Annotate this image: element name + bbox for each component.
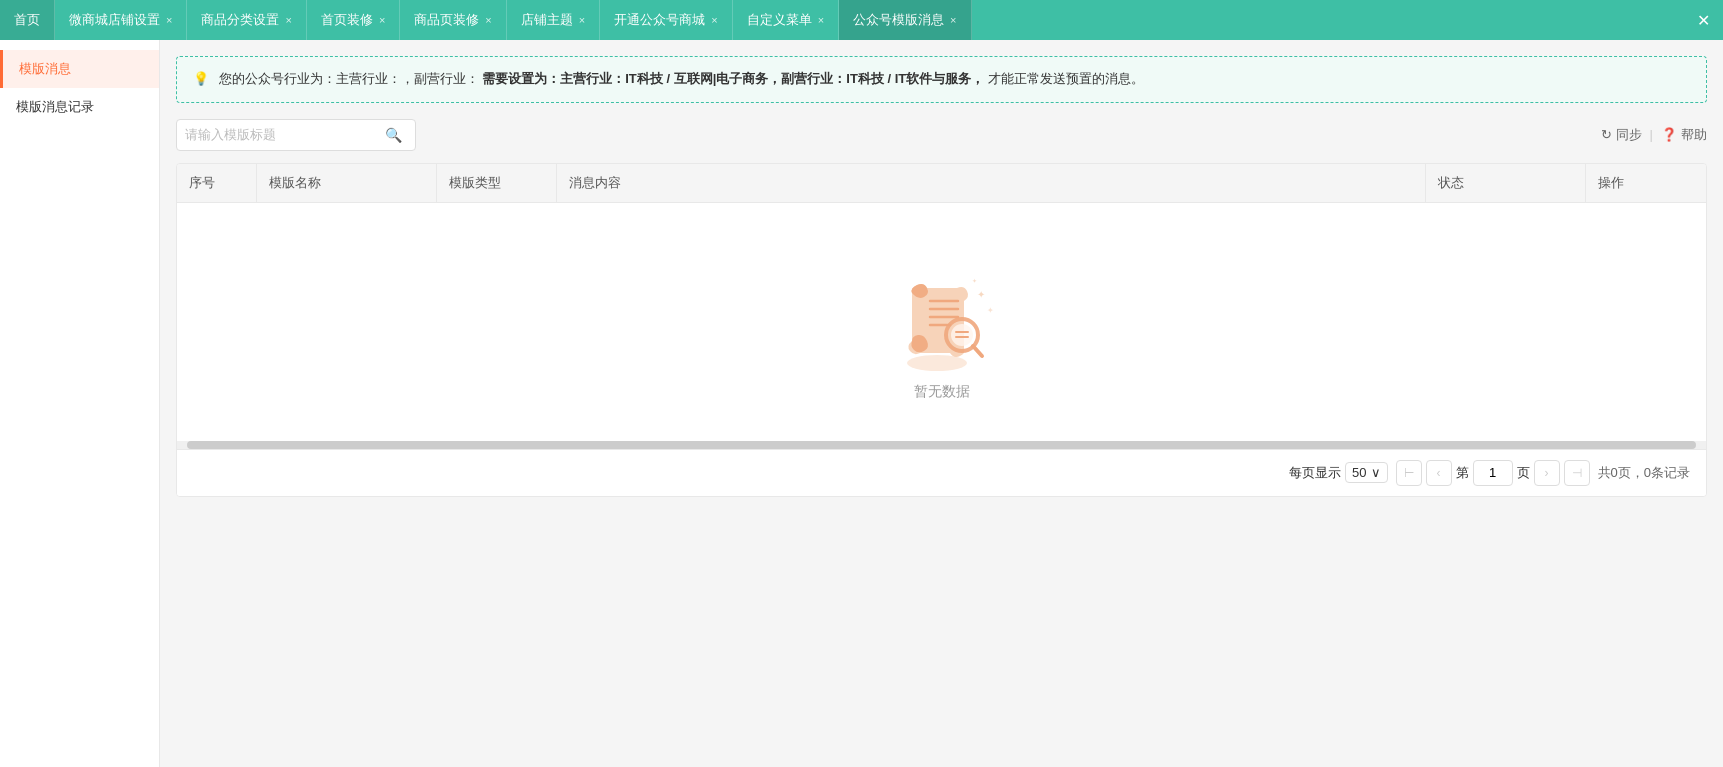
tab-home[interactable]: 首页: [0, 0, 55, 40]
nav-close-all-button[interactable]: ✕: [1683, 0, 1723, 40]
notice-bulb-icon: 💡: [193, 71, 209, 86]
scrollbar-thumb[interactable]: [187, 441, 1696, 449]
prev-page-button[interactable]: ‹: [1426, 460, 1452, 486]
page-prefix: 第: [1456, 464, 1469, 482]
page-navigation: ⊢ ‹ 第 页 › ⊣: [1396, 460, 1590, 486]
tab-home-decor[interactable]: 首页装修 ×: [307, 0, 400, 40]
toolbar-divider: |: [1650, 127, 1653, 142]
tab-template-msg[interactable]: 公众号模版消息 ×: [839, 0, 971, 40]
search-input[interactable]: [185, 127, 385, 142]
sync-icon: ↻: [1601, 127, 1612, 142]
notice-prefix: 您的公众号行业为：主营行业：，副营行业：: [219, 71, 479, 86]
table-header: 序号 模版名称 模版类型 消息内容 状态 操作: [177, 164, 1706, 203]
svg-text:✦: ✦: [977, 289, 985, 300]
top-nav: 首页 微商城店铺设置 × 商品分类设置 × 首页装修 × 商品页装修 × 店铺主…: [0, 0, 1723, 40]
per-page-dropdown[interactable]: 50 ∨: [1345, 462, 1387, 483]
pagination: 每页显示 50 ∨ ⊢ ‹ 第 页 › ⊣ 共0页，0条记录: [177, 449, 1706, 496]
sidebar-item-template-record-label: 模版消息记录: [16, 99, 94, 114]
empty-illustration: ✦ ✦ ✦: [882, 263, 1002, 383]
tab-open-mall-label: 开通公众号商城: [614, 11, 705, 29]
sidebar-item-template-message-label: 模版消息: [19, 61, 71, 76]
tab-category-label: 商品分类设置: [201, 11, 279, 29]
sync-label: 同步: [1616, 126, 1642, 144]
tab-product-decor[interactable]: 商品页装修 ×: [400, 0, 506, 40]
tab-product-decor-close[interactable]: ×: [485, 14, 491, 26]
next-page-button[interactable]: ›: [1534, 460, 1560, 486]
notice-suffix: 才能正常发送预置的消息。: [988, 71, 1144, 86]
tab-category[interactable]: 商品分类设置 ×: [187, 0, 306, 40]
tab-shop-theme-close[interactable]: ×: [579, 14, 585, 26]
sidebar: 模版消息 模版消息记录: [0, 40, 160, 767]
search-bar: 🔍 ↻ 同步 | ❓ 帮助: [176, 119, 1707, 151]
sidebar-item-template-message[interactable]: 模版消息: [0, 50, 159, 88]
empty-state: ✦ ✦ ✦ 暂无数据: [177, 203, 1706, 441]
chevron-down-icon: ∨: [1371, 465, 1381, 480]
per-page-label: 每页显示: [1289, 464, 1341, 482]
tab-open-mall[interactable]: 开通公众号商城 ×: [600, 0, 732, 40]
tab-micro-shop[interactable]: 微商城店铺设置 ×: [55, 0, 187, 40]
tab-custom-menu-close[interactable]: ×: [818, 14, 824, 26]
th-seq: 序号: [177, 164, 257, 202]
th-type: 模版类型: [437, 164, 557, 202]
page-number-input[interactable]: [1473, 460, 1513, 486]
tab-micro-shop-close[interactable]: ×: [166, 14, 172, 26]
tab-product-decor-label: 商品页装修: [414, 11, 479, 29]
tab-template-msg-label: 公众号模版消息: [853, 11, 944, 29]
th-name: 模版名称: [257, 164, 437, 202]
first-page-button[interactable]: ⊢: [1396, 460, 1422, 486]
toolbar-right: ↻ 同步 | ❓ 帮助: [1601, 126, 1707, 144]
svg-point-0: [907, 355, 967, 371]
tab-micro-shop-label: 微商城店铺设置: [69, 11, 160, 29]
last-page-button[interactable]: ⊣: [1564, 460, 1590, 486]
sidebar-item-template-record[interactable]: 模版消息记录: [0, 88, 159, 126]
tab-custom-menu-label: 自定义菜单: [747, 11, 812, 29]
th-content: 消息内容: [557, 164, 1426, 202]
empty-text: 暂无数据: [914, 383, 970, 401]
tab-category-close[interactable]: ×: [285, 14, 291, 26]
search-input-wrap: 🔍: [176, 119, 416, 151]
tab-open-mall-close[interactable]: ×: [711, 14, 717, 26]
help-icon: ❓: [1661, 127, 1677, 142]
help-button[interactable]: ❓ 帮助: [1661, 126, 1707, 144]
tab-shop-theme[interactable]: 店铺主题 ×: [507, 0, 600, 40]
svg-line-7: [973, 346, 982, 356]
tab-home-label: 首页: [14, 11, 40, 29]
tab-custom-menu[interactable]: 自定义菜单 ×: [733, 0, 839, 40]
help-label: 帮助: [1681, 126, 1707, 144]
content-area: 💡 您的公众号行业为：主营行业：，副营行业： 需要设置为：主营行业：IT科技 /…: [160, 40, 1723, 767]
horizontal-scrollbar[interactable]: [177, 441, 1706, 449]
tab-shop-theme-label: 店铺主题: [521, 11, 573, 29]
page-suffix: 页: [1517, 464, 1530, 482]
tab-home-decor-close[interactable]: ×: [379, 14, 385, 26]
svg-text:✦: ✦: [972, 278, 977, 284]
total-text: 共0页，0条记录: [1598, 464, 1690, 482]
tab-template-msg-close[interactable]: ×: [950, 14, 956, 26]
search-icon[interactable]: 🔍: [385, 127, 402, 143]
per-page-value: 50: [1352, 465, 1366, 480]
notice-highlight: 需要设置为：主营行业：IT科技 / 互联网|电子商务，副营行业：IT科技 / I…: [482, 71, 984, 86]
notice-box: 💡 您的公众号行业为：主营行业：，副营行业： 需要设置为：主营行业：IT科技 /…: [176, 56, 1707, 103]
sync-button[interactable]: ↻ 同步: [1601, 126, 1642, 144]
tab-home-decor-label: 首页装修: [321, 11, 373, 29]
svg-point-6: [951, 324, 973, 346]
main-layout: 模版消息 模版消息记录 💡 您的公众号行业为：主营行业：，副营行业： 需要设置为…: [0, 40, 1723, 767]
th-status: 状态: [1426, 164, 1586, 202]
per-page-select: 每页显示 50 ∨: [1289, 462, 1387, 483]
th-action: 操作: [1586, 164, 1706, 202]
table-wrap: 序号 模版名称 模版类型 消息内容 状态 操作: [176, 163, 1707, 497]
svg-text:✦: ✦: [987, 306, 994, 315]
